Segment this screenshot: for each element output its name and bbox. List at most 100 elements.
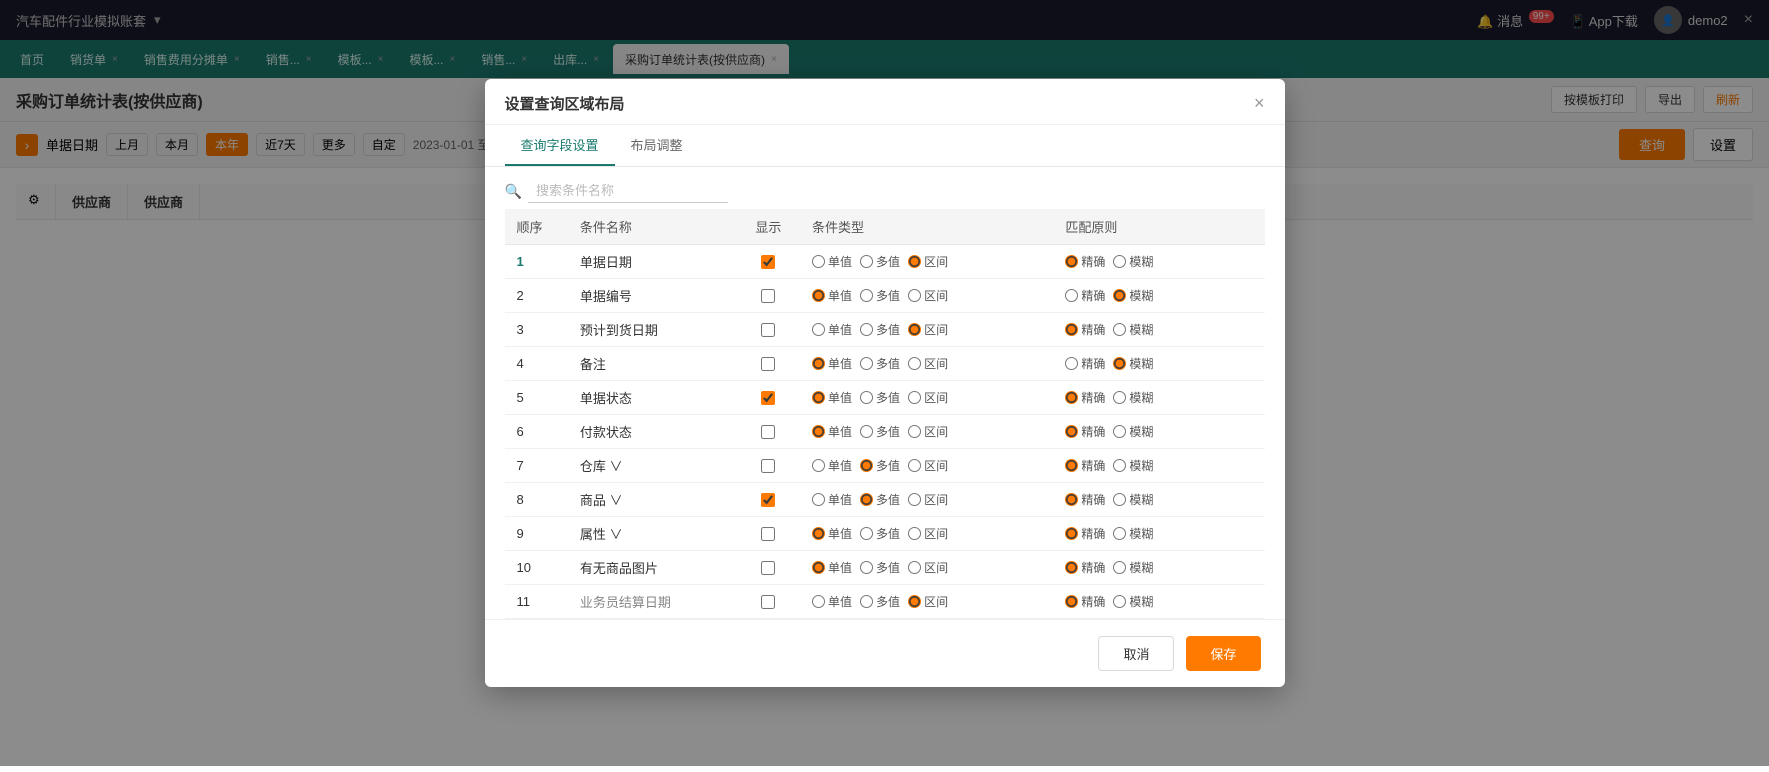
radio-type-range[interactable]: 区间 <box>908 287 948 304</box>
radio-type-multi[interactable]: 多值 <box>860 423 900 440</box>
cancel-button[interactable]: 取消 <box>1098 636 1174 671</box>
radio-match-fuzzy[interactable]: 模糊 <box>1113 559 1153 576</box>
modal-tab-layout-label: 布局调整 <box>631 138 683 153</box>
radio-type-single[interactable]: 单值 <box>812 287 852 304</box>
radio-type-single[interactable]: 单值 <box>812 355 852 372</box>
table-header: 顺序 条件名称 显示 条件类型 匹配原则 <box>505 209 1265 245</box>
table-row: 11业务员结算日期单值多值区间精确模糊 <box>505 585 1265 619</box>
radio-match-fuzzy[interactable]: 模糊 <box>1113 389 1153 406</box>
radio-match-fuzzy[interactable]: 模糊 <box>1113 355 1153 372</box>
radio-match-fuzzy[interactable]: 模糊 <box>1113 253 1153 270</box>
search-input[interactable] <box>528 179 728 203</box>
radio-type-single[interactable]: 单值 <box>812 457 852 474</box>
radio-type-multi[interactable]: 多值 <box>860 491 900 508</box>
cell-order: 8 <box>505 483 568 517</box>
cell-order: 4 <box>505 347 568 381</box>
radio-type-single[interactable]: 单值 <box>812 491 852 508</box>
radio-match-exact[interactable]: 精确 <box>1065 593 1105 610</box>
display-checkbox[interactable] <box>761 289 775 303</box>
radio-match-fuzzy[interactable]: 模糊 <box>1113 423 1153 440</box>
radio-type-range[interactable]: 区间 <box>908 593 948 610</box>
display-checkbox[interactable] <box>761 425 775 439</box>
modal-tab-layout[interactable]: 布局调整 <box>615 125 699 166</box>
radio-type-multi[interactable]: 多值 <box>860 321 900 338</box>
cell-order: 10 <box>505 551 568 585</box>
radio-type-single[interactable]: 单值 <box>812 321 852 338</box>
cell-type: 单值多值区间 <box>800 585 1053 619</box>
cell-name: 单据编号 <box>568 279 737 313</box>
radio-match-exact[interactable]: 精确 <box>1065 423 1105 440</box>
radio-type-range[interactable]: 区间 <box>908 457 948 474</box>
cell-display <box>737 483 800 517</box>
radio-match-exact[interactable]: 精确 <box>1065 457 1105 474</box>
radio-match-fuzzy[interactable]: 模糊 <box>1113 525 1153 542</box>
radio-type-range[interactable]: 区间 <box>908 355 948 372</box>
cell-order: 6 <box>505 415 568 449</box>
radio-match-exact[interactable]: 精确 <box>1065 559 1105 576</box>
table-row: 3预计到货日期单值多值区间精确模糊 <box>505 313 1265 347</box>
cell-order: 7 <box>505 449 568 483</box>
cell-type: 单值多值区间 <box>800 483 1053 517</box>
radio-match-exact[interactable]: 精确 <box>1065 355 1105 372</box>
radio-type-single[interactable]: 单值 <box>812 389 852 406</box>
radio-type-range[interactable]: 区间 <box>908 559 948 576</box>
display-checkbox[interactable] <box>761 527 775 541</box>
radio-type-single[interactable]: 单值 <box>812 593 852 610</box>
display-checkbox[interactable] <box>761 255 775 269</box>
cell-name: 有无商品图片 <box>568 551 737 585</box>
radio-match-exact[interactable]: 精确 <box>1065 253 1105 270</box>
display-checkbox[interactable] <box>761 323 775 337</box>
cell-name: 属性 ∨ <box>568 517 737 551</box>
radio-match-exact[interactable]: 精确 <box>1065 389 1105 406</box>
cell-name: 商品 ∨ <box>568 483 737 517</box>
radio-type-single[interactable]: 单值 <box>812 423 852 440</box>
radio-match-exact[interactable]: 精确 <box>1065 525 1105 542</box>
modal-close-button[interactable]: × <box>1254 93 1265 114</box>
radio-type-single[interactable]: 单值 <box>812 525 852 542</box>
radio-match-exact[interactable]: 精确 <box>1065 491 1105 508</box>
radio-type-range[interactable]: 区间 <box>908 389 948 406</box>
radio-match-exact[interactable]: 精确 <box>1065 287 1105 304</box>
radio-type-range[interactable]: 区间 <box>908 423 948 440</box>
cell-name: 备注 <box>568 347 737 381</box>
radio-type-multi[interactable]: 多值 <box>860 389 900 406</box>
table-row: 7仓库 ∨单值多值区间精确模糊 <box>505 449 1265 483</box>
cell-type: 单值多值区间 <box>800 313 1053 347</box>
radio-match-fuzzy[interactable]: 模糊 <box>1113 593 1153 610</box>
radio-type-range[interactable]: 区间 <box>908 321 948 338</box>
cell-match: 精确模糊 <box>1053 415 1264 449</box>
display-checkbox[interactable] <box>761 595 775 609</box>
save-button[interactable]: 保存 <box>1186 636 1260 671</box>
radio-type-multi[interactable]: 多值 <box>860 525 900 542</box>
display-checkbox[interactable] <box>761 391 775 405</box>
table-row: 6付款状态 单值多值区间 精确模糊 <box>505 415 1265 449</box>
cell-match: 精确模糊 <box>1053 517 1264 551</box>
display-checkbox[interactable] <box>761 561 775 575</box>
radio-type-multi[interactable]: 多值 <box>860 253 900 270</box>
radio-type-multi[interactable]: 多值 <box>860 593 900 610</box>
radio-type-multi[interactable]: 多值 <box>860 355 900 372</box>
cell-name: 付款状态 <box>568 415 737 449</box>
cell-match: 精确模糊 <box>1053 279 1264 313</box>
display-checkbox[interactable] <box>761 493 775 507</box>
radio-match-fuzzy[interactable]: 模糊 <box>1113 491 1153 508</box>
display-checkbox[interactable] <box>761 357 775 371</box>
col-type-header: 条件类型 <box>800 209 1053 245</box>
radio-match-exact[interactable]: 精确 <box>1065 321 1105 338</box>
radio-type-range[interactable]: 区间 <box>908 525 948 542</box>
radio-type-multi[interactable]: 多值 <box>860 287 900 304</box>
radio-match-fuzzy[interactable]: 模糊 <box>1113 321 1153 338</box>
radio-match-fuzzy[interactable]: 模糊 <box>1113 457 1153 474</box>
radio-type-single[interactable]: 单值 <box>812 253 852 270</box>
radio-type-range[interactable]: 区间 <box>908 253 948 270</box>
modal-tab-query-fields[interactable]: 查询字段设置 <box>505 125 615 166</box>
modal-table-body: 1单据日期单值多值区间精确模糊2单据编号单值多值区间精确模糊3预计到货日期单值多… <box>505 245 1265 619</box>
table-row: 1单据日期单值多值区间精确模糊 <box>505 245 1265 279</box>
radio-type-range[interactable]: 区间 <box>908 491 948 508</box>
radio-type-multi[interactable]: 多值 <box>860 559 900 576</box>
cell-match: 精确模糊 <box>1053 313 1264 347</box>
radio-match-fuzzy[interactable]: 模糊 <box>1113 287 1153 304</box>
radio-type-single[interactable]: 单值 <box>812 559 852 576</box>
radio-type-multi[interactable]: 多值 <box>860 457 900 474</box>
display-checkbox[interactable] <box>761 459 775 473</box>
